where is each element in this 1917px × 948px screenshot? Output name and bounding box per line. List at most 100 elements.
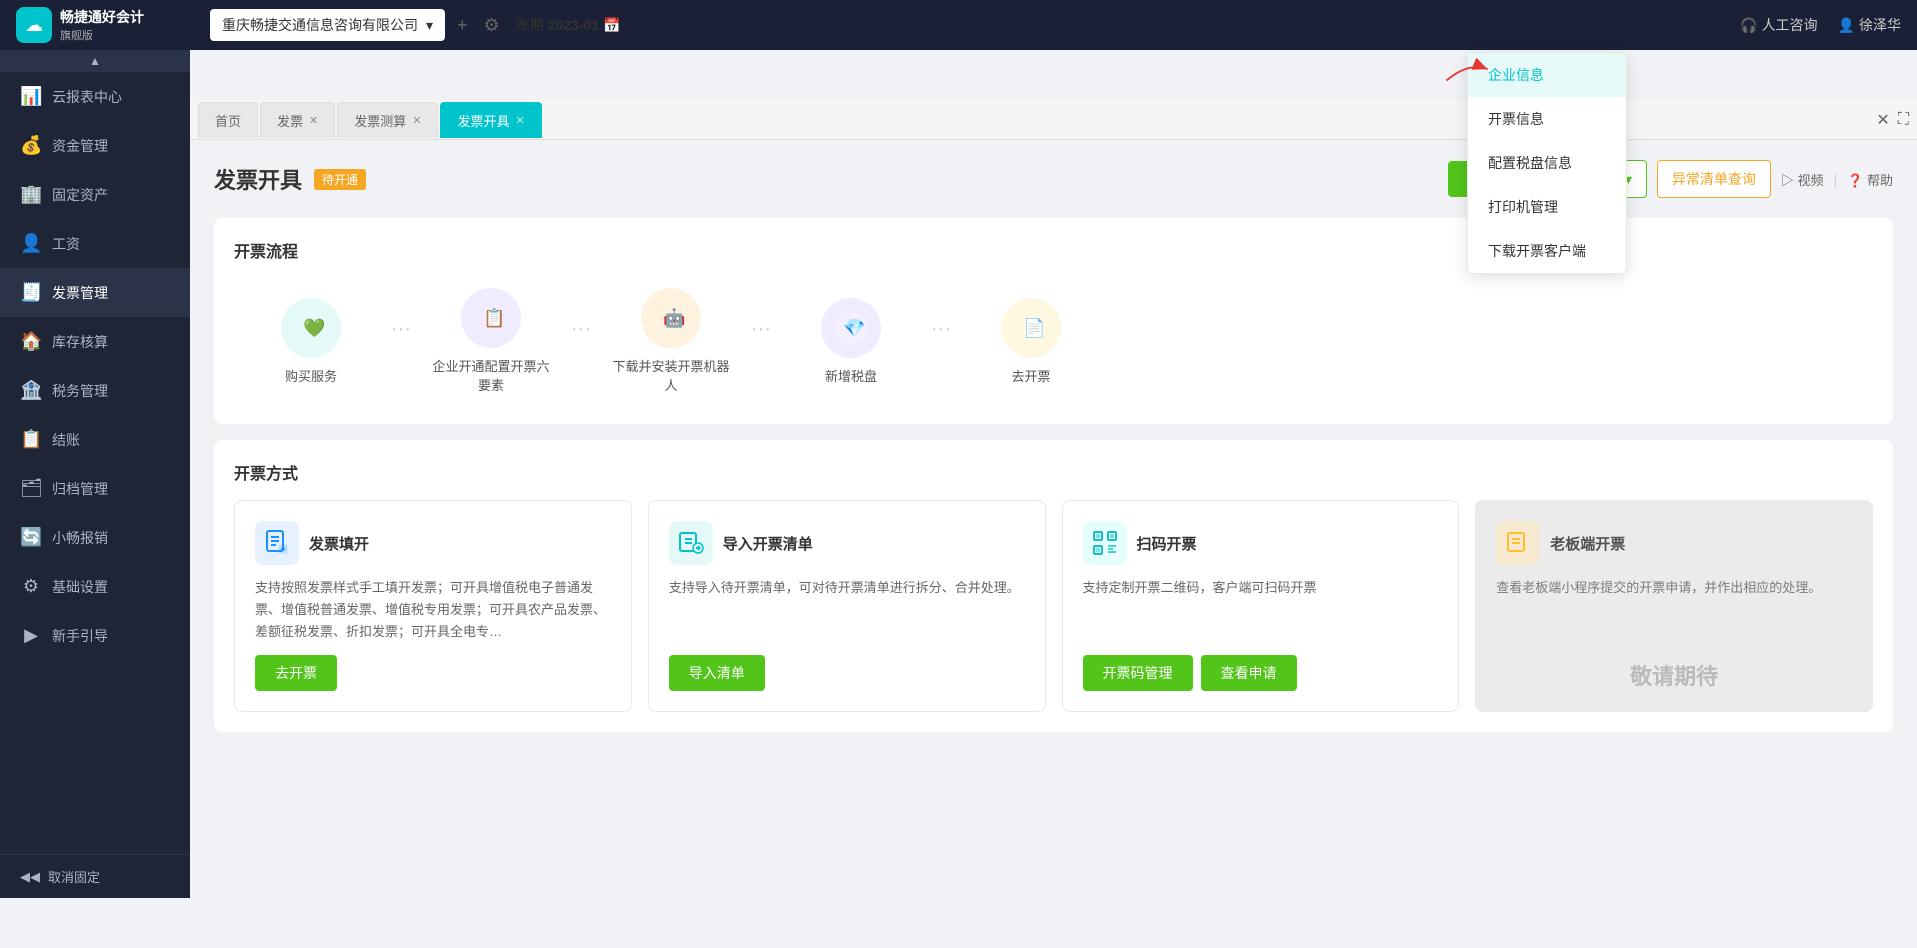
consult-btn[interactable]: 🎧 人工咨询 bbox=[1740, 15, 1817, 35]
sidebar-item-capital[interactable]: 💰 资金管理 bbox=[0, 121, 190, 170]
payroll-icon: 👤 bbox=[20, 233, 42, 254]
download-label: 下载并安装开票机器人 bbox=[611, 356, 731, 394]
tab-invoice-open[interactable]: 发票开具 ✕ bbox=[440, 102, 541, 138]
svg-text:📄: 📄 bbox=[1023, 317, 1045, 338]
sidebar-item-label: 归档管理 bbox=[52, 479, 108, 499]
tab-home-label: 首页 bbox=[215, 111, 241, 130]
flow-step-download: 🤖 下载并安装开票机器人 bbox=[611, 288, 731, 394]
tab-invoice-calc-label: 发票测算 bbox=[354, 111, 406, 130]
tax-svg: 💎 bbox=[835, 312, 867, 344]
buy-label: 购买服务 bbox=[285, 366, 337, 385]
sidebar-item-invoice[interactable]: 🧾 发票管理 bbox=[0, 268, 190, 317]
import-list-btn[interactable]: 导入清单 bbox=[669, 655, 765, 691]
main-area: 首页 发票 ✕ 发票测算 ✕ 发票开具 ✕ ✕ ⛶ 发票开具 待开通 立即开通 … bbox=[190, 100, 1917, 948]
flow-steps: 💚 购买服务 ··· 📋 企业开通配置开票六要素 bbox=[234, 278, 1873, 404]
top-actions: + ⚙ 账期 2023-01 📅 bbox=[457, 15, 620, 36]
sidebar-item-inventory[interactable]: 🏠 库存核算 bbox=[0, 317, 190, 366]
page-content: 发票开具 待开通 立即开通 开票设置 ▾ 异常清单查询 ▷ 视频 | ❓ 帮助 bbox=[190, 140, 1917, 948]
company-dropdown-icon[interactable]: ▾ bbox=[426, 17, 433, 34]
svg-text:📋: 📋 bbox=[483, 307, 505, 328]
sidebar-item-archive[interactable]: 🗂 归档管理 bbox=[0, 464, 190, 513]
sidebar-scroll: 📊 云报表中心 💰 资金管理 🏢 固定资产 👤 工资 🧾 发票管理 🏠 库存核算… bbox=[0, 72, 190, 854]
config-label: 企业开通配置开票六要素 bbox=[431, 356, 551, 394]
sidebar-item-payroll[interactable]: 👤 工资 bbox=[0, 219, 190, 268]
settlement-icon: 📋 bbox=[20, 429, 42, 450]
tab-expand-btn[interactable]: ⛶ bbox=[1898, 111, 1909, 129]
sidebar-item-settlement[interactable]: 📋 结账 bbox=[0, 415, 190, 464]
methods-section: 开票方式 bbox=[214, 440, 1893, 732]
tab-invoice-close[interactable]: ✕ bbox=[309, 114, 318, 127]
view-apply-btn[interactable]: 查看申请 bbox=[1201, 655, 1297, 691]
dropdown-download-client[interactable]: 下载开票客户端 bbox=[1468, 229, 1626, 273]
user-profile[interactable]: 👤 徐泽华 bbox=[1838, 15, 1901, 35]
scan-code-btn[interactable]: 开票码管理 bbox=[1083, 655, 1193, 691]
add-company-btn[interactable]: + bbox=[457, 15, 468, 36]
settings-icon: ⚙ bbox=[20, 576, 42, 597]
flow-section: 开票流程 💚 购买服务 ··· bbox=[214, 218, 1893, 424]
go-invoice-btn[interactable]: 去开票 bbox=[255, 655, 337, 691]
sidebar-item-report[interactable]: 🔄 小畅报销 bbox=[0, 513, 190, 562]
settings-btn[interactable]: ⚙ bbox=[484, 15, 500, 36]
config-icon: 📋 bbox=[461, 288, 521, 348]
download-icon: 🤖 bbox=[641, 288, 701, 348]
logo-text: 畅捷通好会计 旗舰版 bbox=[60, 7, 144, 43]
import-method-icon bbox=[669, 521, 713, 565]
sidebar-item-settings[interactable]: ⚙ 基础设置 bbox=[0, 562, 190, 611]
connector1: ··· bbox=[371, 318, 431, 365]
dropdown-tax-config[interactable]: 配置税盘信息 bbox=[1468, 141, 1626, 185]
tab-invoice[interactable]: 发票 ✕ bbox=[260, 102, 335, 138]
tab-close-btn[interactable]: ✕ bbox=[1876, 110, 1889, 130]
sidebar-item-label: 基础设置 bbox=[52, 577, 108, 597]
top-bar: ☁ 畅捷通好会计 旗舰版 重庆畅捷交通信息咨询有限公司 ▾ + ⚙ 账期 202… bbox=[0, 0, 1917, 50]
go-invoice-icon: 📄 bbox=[1001, 298, 1061, 358]
tab-invoice-open-close[interactable]: ✕ bbox=[516, 114, 525, 127]
sidebar-bottom-cancel[interactable]: ◀◀ 取消固定 bbox=[0, 854, 190, 898]
archive-icon: 🗂 bbox=[20, 478, 42, 499]
logo-area: ☁ 畅捷通好会计 旗舰版 bbox=[16, 7, 206, 43]
capital-icon: 💰 bbox=[20, 135, 42, 156]
invoice-icon: 🧾 bbox=[20, 282, 42, 303]
dropdown-printer[interactable]: 打印机管理 bbox=[1468, 185, 1626, 229]
scan-desc: 支持定制开票二维码，客户端可扫码开票 bbox=[1083, 577, 1439, 599]
sidebar-item-label: 工资 bbox=[52, 234, 80, 254]
config-svg: 📋 bbox=[475, 302, 507, 334]
sidebar-item-label: 新手引导 bbox=[52, 626, 108, 646]
method-boss-header: 老板端开票 bbox=[1496, 521, 1852, 565]
tab-invoice-calc-close[interactable]: ✕ bbox=[412, 114, 421, 127]
svg-text:💚: 💚 bbox=[303, 318, 326, 338]
top-right: 🎧 人工咨询 👤 徐泽华 bbox=[1740, 15, 1901, 35]
tax-label: 新增税盘 bbox=[825, 366, 877, 385]
dropdown-invoice-info[interactable]: 开票信息 bbox=[1468, 97, 1626, 141]
flow-step-tax: 💎 新增税盘 bbox=[791, 298, 911, 385]
sidebar-item-assets[interactable]: 🏢 固定资产 bbox=[0, 170, 190, 219]
manual-method-icon bbox=[255, 521, 299, 565]
method-manual-header: 发票填开 bbox=[255, 521, 611, 565]
tax-icon: 🏦 bbox=[20, 380, 42, 401]
tab-bar: 首页 发票 ✕ 发票测算 ✕ 发票开具 ✕ ✕ ⛶ bbox=[190, 100, 1917, 140]
tab-right-actions: ✕ ⛶ bbox=[1876, 110, 1909, 130]
manual-desc: 支持按照发票样式手工填开发票；可开具增值税电子普通发票、增值税普通发票、增值税专… bbox=[255, 577, 611, 643]
sidebar-item-label: 发票管理 bbox=[52, 283, 108, 303]
method-card-boss: 老板端开票 查看老板端小程序提交的开票申请，并作出相应的处理。 敬请期待 bbox=[1475, 500, 1873, 712]
tab-home[interactable]: 首页 bbox=[198, 102, 258, 138]
company-selector[interactable]: 重庆畅捷交通信息咨询有限公司 ▾ bbox=[210, 9, 445, 41]
sidebar-item-tax[interactable]: 🏦 税务管理 bbox=[0, 366, 190, 415]
page-title: 发票开具 bbox=[214, 163, 302, 195]
tab-invoice-label: 发票 bbox=[277, 111, 303, 130]
boss-title: 老板端开票 bbox=[1550, 533, 1625, 554]
sidebar-item-label: 云报表中心 bbox=[52, 87, 122, 107]
assets-icon: 🏢 bbox=[20, 184, 42, 205]
boss-overlay-text: 敬请期待 bbox=[1476, 659, 1872, 691]
sidebar-item-cloud-report[interactable]: 📊 云报表中心 bbox=[0, 72, 190, 121]
exception-btn[interactable]: 异常清单查询 bbox=[1657, 160, 1771, 198]
pin-icon: ◀◀ bbox=[20, 869, 40, 885]
sidebar-scroll-up[interactable]: ▲ bbox=[0, 50, 190, 72]
sidebar-item-guide[interactable]: ▶ 新手引导 bbox=[0, 611, 190, 660]
tab-invoice-calc[interactable]: 发票测算 ✕ bbox=[337, 102, 438, 138]
method-card-import: 导入开票清单 支持导入待开票清单，可对待开票清单进行拆分、合并处理。 导入清单 bbox=[648, 500, 1046, 712]
play-icon: ▷ bbox=[1781, 173, 1794, 188]
video-btn[interactable]: ▷ 视频 bbox=[1781, 170, 1824, 189]
help-btn[interactable]: ❓ 帮助 bbox=[1847, 170, 1893, 189]
calendar-icon[interactable]: 📅 bbox=[603, 17, 620, 34]
boss-method-icon bbox=[1496, 521, 1540, 565]
